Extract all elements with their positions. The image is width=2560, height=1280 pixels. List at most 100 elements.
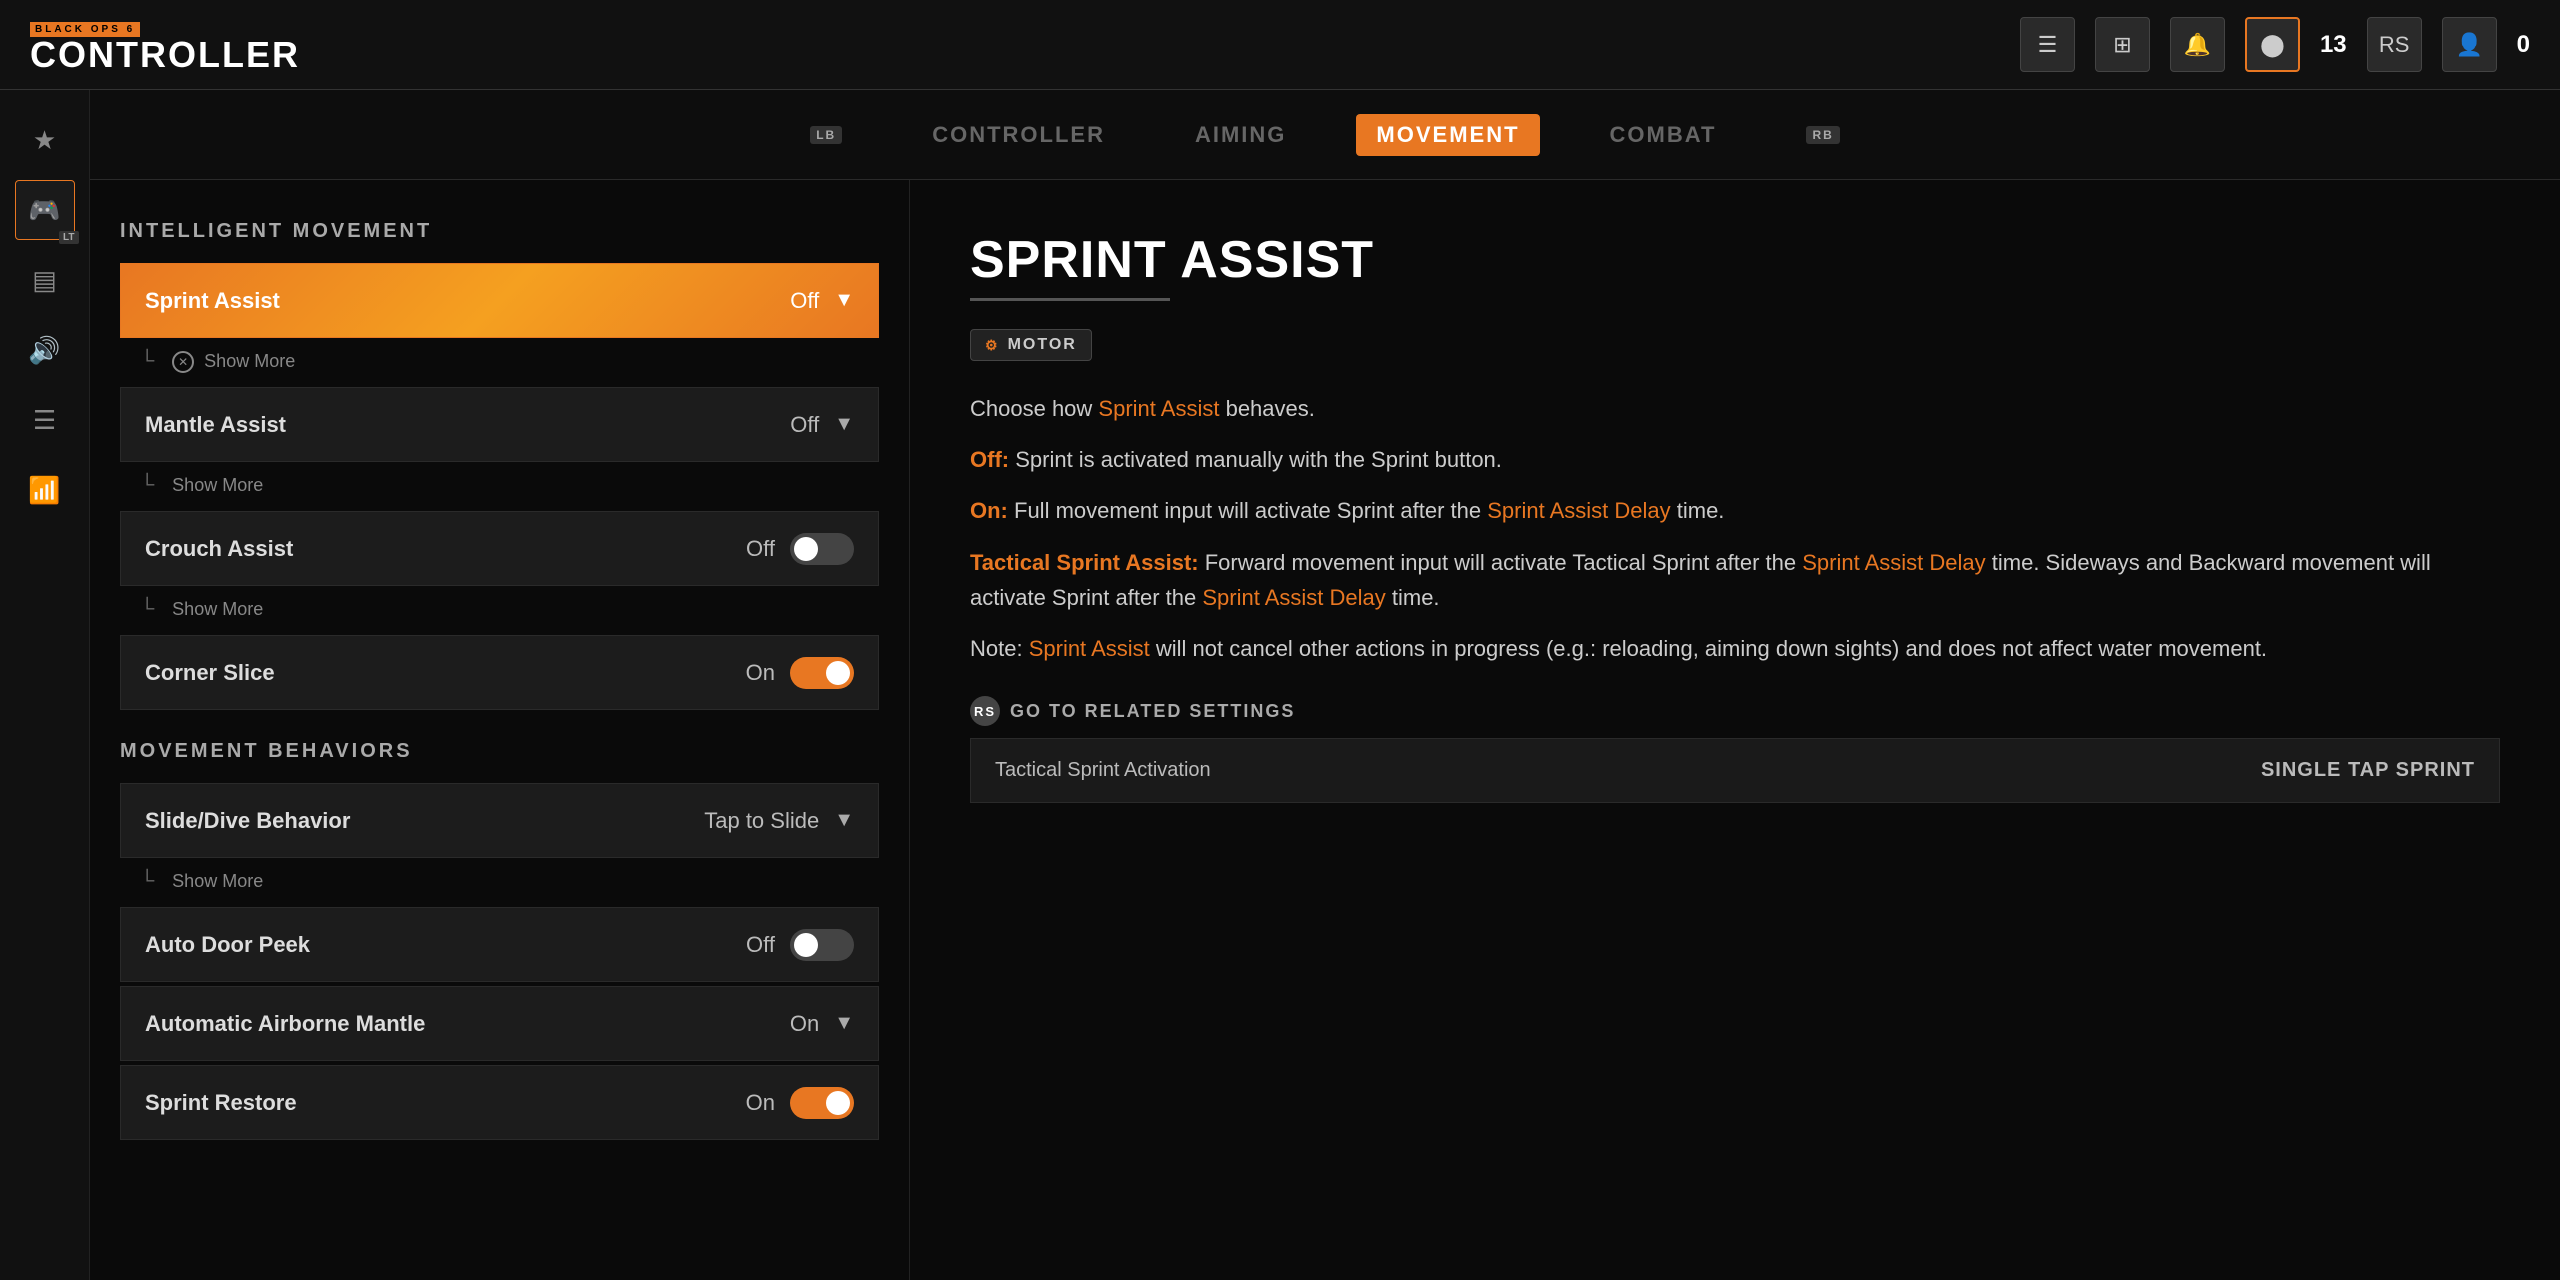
sprint-assist-show-more[interactable]: └ ✕ Show More — [120, 342, 879, 381]
off-label: Off: — [970, 447, 1009, 472]
sprint-assist-delay-ref: Sprint Assist Delay — [1487, 498, 1670, 523]
tab-rb[interactable]: RB — [1786, 118, 1859, 152]
tsa-delay-ref2: Sprint Assist Delay — [1202, 585, 1385, 610]
corner-slice-label: Corner Slice — [145, 660, 275, 686]
auto-door-peek-toggle[interactable] — [790, 929, 854, 961]
info-divider — [970, 298, 1170, 301]
topbar-icons: ☰ ⊞ 🔔 ⬤ 13 RS 👤 0 — [2020, 17, 2530, 72]
info-title: Sprint Assist — [970, 230, 2500, 290]
show-more-x-icon: ✕ — [172, 351, 194, 373]
sprint-assist-ref: Sprint Assist — [1098, 396, 1219, 421]
section2-title: MOVEMENT BEHAVIORS — [120, 740, 879, 763]
info-desc-on: On: Full movement input will activate Sp… — [970, 493, 2500, 528]
logo-section: CONTROLLER — [30, 37, 300, 73]
auto-door-peek-value: Off — [746, 932, 775, 958]
related-row-tactical-sprint-value: SINGLE TAP SPRINT — [2261, 759, 2475, 782]
tab-aiming[interactable]: AIMING — [1175, 114, 1306, 156]
info-panel: Sprint Assist ⚙ MOTOR Choose how Sprint … — [910, 180, 2560, 1280]
slide-dive-right: Tap to Slide ▼ — [704, 808, 854, 834]
crouch-assist-show-more[interactable]: └ Show More — [120, 590, 879, 629]
slide-dive-show-more[interactable]: └ Show More — [120, 862, 879, 901]
corner-slice-value: On — [746, 660, 775, 686]
bell-icon-btn[interactable]: 🔔 — [2170, 17, 2225, 72]
related-row-tactical-sprint[interactable]: Tactical Sprint Activation SINGLE TAP SP… — [970, 738, 2500, 803]
on-label: On: — [970, 498, 1008, 523]
rs-badge: RS — [970, 696, 1000, 726]
info-desc-off: Off: Sprint is activated manually with t… — [970, 442, 2500, 477]
setting-row-auto-door-peek[interactable]: Auto Door Peek Off — [120, 907, 879, 982]
info-badge: ⚙ MOTOR — [970, 329, 1092, 361]
crouch-assist-right: Off — [746, 533, 854, 565]
setting-row-mantle-assist[interactable]: Mantle Assist Off ▼ — [120, 387, 879, 462]
setting-row-sprint-restore[interactable]: Sprint Restore On — [120, 1065, 879, 1140]
auto-door-peek-right: Off — [746, 929, 854, 961]
tab-combat[interactable]: COMBAT — [1590, 114, 1737, 156]
mantle-show-more-label: Show More — [172, 475, 263, 496]
settings-panel: INTELLIGENT MOVEMENT Sprint Assist Off ▼… — [90, 180, 910, 1280]
sprint-restore-label: Sprint Restore — [145, 1090, 297, 1116]
sprint-restore-toggle-knob — [826, 1091, 850, 1115]
tab-lb-badge: LB — [810, 126, 842, 144]
topbar: BLACK OPS 6 CONTROLLER ☰ ⊞ 🔔 ⬤ 13 RS 👤 0 — [0, 0, 2560, 90]
sidebar-item-wifi[interactable]: 📶 — [15, 460, 75, 520]
sprint-assist-chevron: ▼ — [834, 289, 854, 312]
grid-icon-btn[interactable]: ⊞ — [2095, 17, 2150, 72]
sidebar-item-grid[interactable]: ▤ — [15, 250, 75, 310]
sub-indent-icon2: └ — [140, 474, 154, 497]
menu-icon-btn[interactable]: ☰ — [2020, 17, 2075, 72]
crouch-assist-label: Crouch Assist — [145, 536, 293, 562]
motor-icon: ⚙ — [985, 337, 1000, 354]
sidebar: ★ 🎮 LT ▤ 🔊 ☰ 📶 — [0, 90, 90, 1280]
info-desc-tsa: Tactical Sprint Assist: Forward movement… — [970, 545, 2500, 615]
user-icon-btn[interactable]: 👤 — [2442, 17, 2497, 72]
profile-icon-btn[interactable]: ⬤ — [2245, 17, 2300, 72]
crouch-show-more-label: Show More — [172, 599, 263, 620]
badge-label: MOTOR — [1008, 336, 1077, 354]
tab-controller[interactable]: CONTROLLER — [912, 114, 1125, 156]
mantle-assist-value: Off — [790, 412, 819, 438]
corner-slice-toggle-knob — [826, 661, 850, 685]
logo-area: BLACK OPS 6 CONTROLLER — [30, 16, 300, 73]
crouch-assist-toggle[interactable] — [790, 533, 854, 565]
auto-airborne-mantle-right: On ▼ — [790, 1011, 854, 1037]
sidebar-item-favorites[interactable]: ★ — [15, 110, 75, 170]
corner-slice-right: On — [746, 657, 854, 689]
related-label-text: GO TO RELATED SETTINGS — [1010, 701, 1295, 722]
setting-row-corner-slice[interactable]: Corner Slice On — [120, 635, 879, 710]
sub-indent-icon4: └ — [140, 870, 154, 893]
auto-door-peek-toggle-knob — [794, 933, 818, 957]
tsa-label: Tactical Sprint Assist: — [970, 550, 1199, 575]
auto-airborne-mantle-value: On — [790, 1011, 819, 1037]
main-content: INTELLIGENT MOVEMENT Sprint Assist Off ▼… — [90, 180, 2560, 1280]
info-desc-intro: Choose how Sprint Assist behaves. — [970, 391, 2500, 426]
sidebar-item-sound[interactable]: 🔊 — [15, 320, 75, 380]
tab-lb[interactable]: LB — [790, 118, 862, 152]
info-desc-note: Note: Sprint Assist will not cancel othe… — [970, 631, 2500, 666]
sprint-restore-toggle[interactable] — [790, 1087, 854, 1119]
mantle-assist-show-more[interactable]: └ Show More — [120, 466, 879, 505]
setting-row-sprint-assist[interactable]: Sprint Assist Off ▼ — [120, 263, 879, 338]
tab-navigation: LB CONTROLLER AIMING MOVEMENT COMBAT RB — [90, 90, 2560, 180]
rs-btn[interactable]: RS — [2367, 17, 2422, 72]
setting-row-auto-airborne-mantle[interactable]: Automatic Airborne Mantle On ▼ — [120, 986, 879, 1061]
setting-row-slide-dive[interactable]: Slide/Dive Behavior Tap to Slide ▼ — [120, 783, 879, 858]
sprint-restore-value: On — [746, 1090, 775, 1116]
corner-slice-toggle[interactable] — [790, 657, 854, 689]
crouch-assist-value: Off — [746, 536, 775, 562]
sub-indent-icon: └ — [140, 350, 154, 373]
auto-door-peek-label: Auto Door Peek — [145, 932, 310, 958]
sprint-restore-right: On — [746, 1087, 854, 1119]
sidebar-item-controller[interactable]: 🎮 LT — [15, 180, 75, 240]
sprint-assist-right: Off ▼ — [790, 288, 854, 314]
crouch-assist-toggle-knob — [794, 537, 818, 561]
mantle-assist-label: Mantle Assist — [145, 412, 286, 438]
sub-indent-icon3: └ — [140, 598, 154, 621]
tab-movement[interactable]: MOVEMENT — [1356, 114, 1539, 156]
mantle-assist-chevron: ▼ — [834, 413, 854, 436]
slide-dive-chevron: ▼ — [834, 809, 854, 832]
slide-dive-value: Tap to Slide — [704, 808, 819, 834]
setting-row-crouch-assist[interactable]: Crouch Assist Off — [120, 511, 879, 586]
sidebar-item-list[interactable]: ☰ — [15, 390, 75, 450]
tab-rb-badge: RB — [1806, 126, 1839, 144]
topbar-count: 13 — [2320, 31, 2347, 59]
